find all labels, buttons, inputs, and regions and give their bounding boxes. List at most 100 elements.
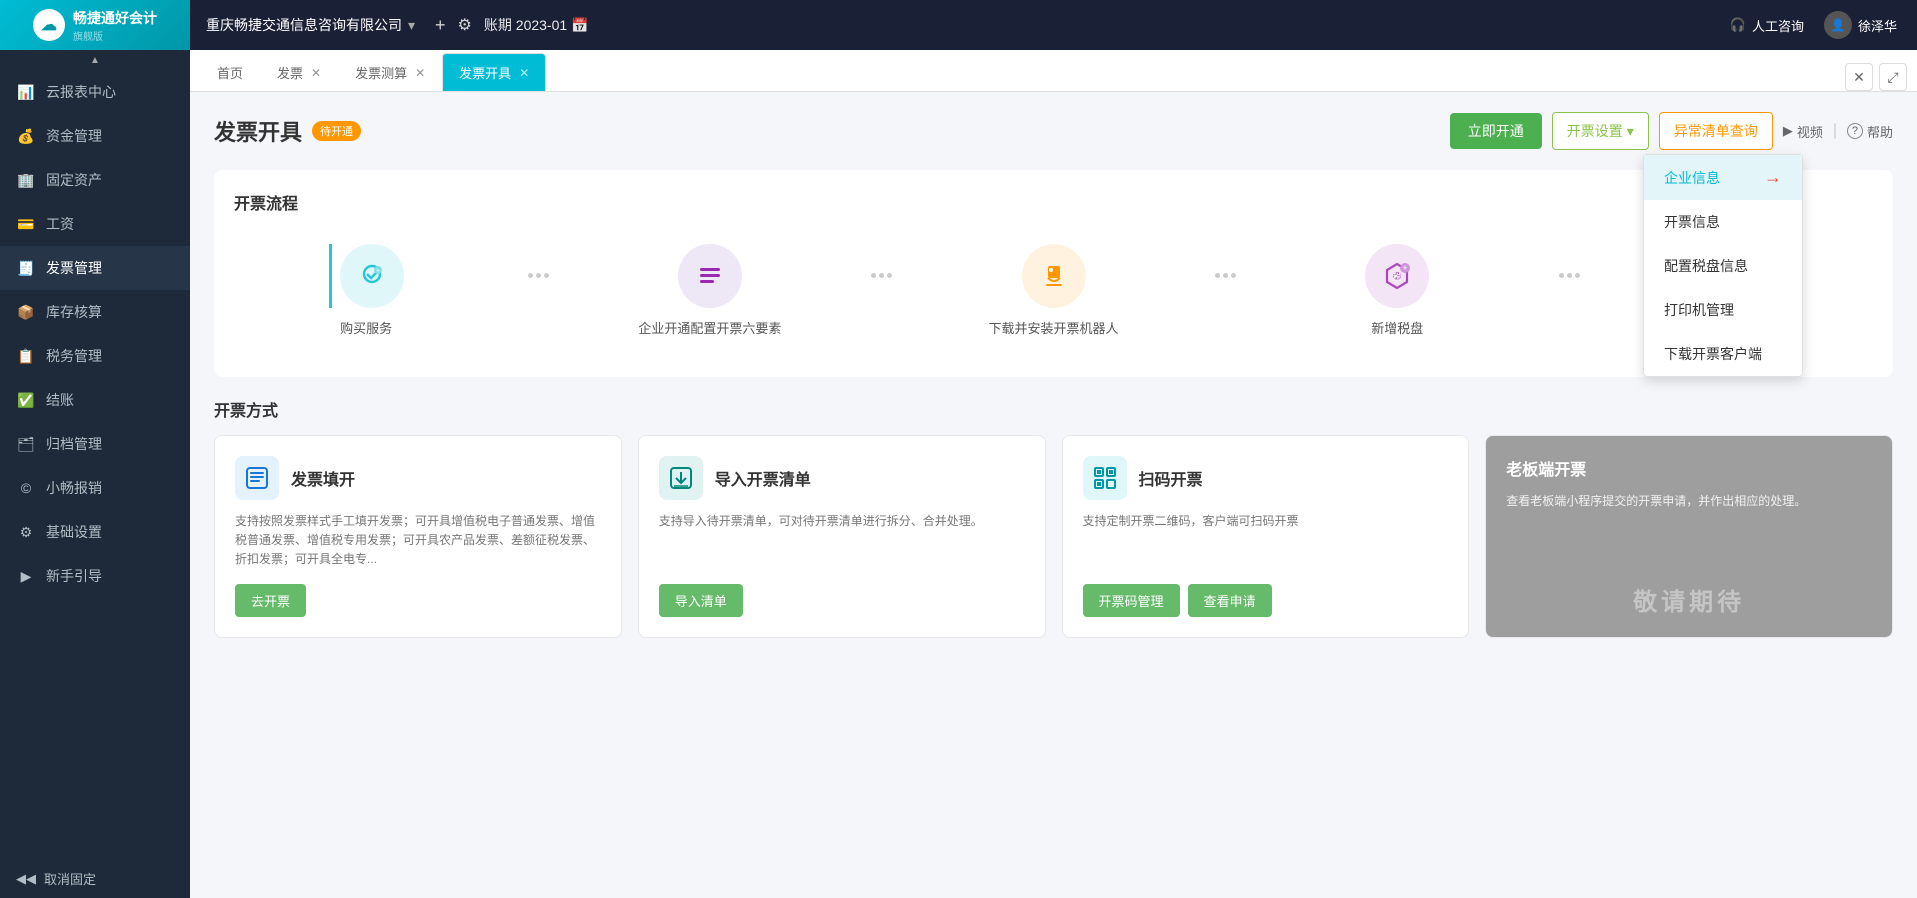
- sidebar-cancel-pin[interactable]: ◀◀ 取消固定: [0, 859, 190, 898]
- boss-invoice-desc: 查看老板端小程序提交的开票申请，并作出相应的处理。: [1506, 492, 1872, 568]
- scan-invoice-actions: 开票码管理 查看申请: [1083, 584, 1449, 617]
- sidebar-item-label: 云报表中心: [46, 82, 116, 102]
- step-connector-2: [842, 273, 921, 308]
- tab-invoice-calc-label: 发票测算: [355, 63, 407, 82]
- tab-close-btn[interactable]: ✕: [1845, 63, 1873, 91]
- exception-button[interactable]: 异常清单查询: [1659, 112, 1773, 150]
- sidebar-item-guide[interactable]: ▶ 新手引导: [0, 554, 190, 598]
- sidebar-item-inventory[interactable]: 📦 库存核算: [0, 290, 190, 334]
- tab-invoice-close[interactable]: ✕: [311, 66, 321, 80]
- svg-text:+: +: [376, 268, 380, 275]
- sidebar-item-settlement[interactable]: ✅ 结账: [0, 378, 190, 422]
- logo-icon: ☁: [33, 9, 65, 41]
- activate-button[interactable]: 立即开通: [1450, 113, 1542, 149]
- sidebar-item-label: 新手引导: [46, 566, 102, 586]
- fill-invoice-icon: [235, 456, 279, 500]
- import-list-header: 导入开票清单: [659, 456, 1025, 500]
- company-selector[interactable]: 重庆畅捷交通信息咨询有限公司 ▾: [206, 15, 415, 35]
- tab-bar-right: ✕ ⤢: [1845, 63, 1917, 91]
- invoice-info-label: 开票信息: [1664, 212, 1720, 232]
- sidebar-item-label: 结账: [46, 390, 74, 410]
- tab-expand-btn[interactable]: ⤢: [1879, 63, 1907, 91]
- sidebar-scroll-up[interactable]: ▲: [0, 50, 190, 70]
- step-download-icon: [1022, 244, 1086, 308]
- content-area: 首页 发票 ✕ 发票测算 ✕ 发票开具 ✕ ✕ ⤢: [190, 50, 1917, 898]
- tab-invoice-issue[interactable]: 发票开具 ✕: [442, 53, 546, 91]
- user-name: 徐泽华: [1858, 16, 1897, 35]
- add-button[interactable]: +: [435, 15, 446, 36]
- dropdown-tax-config[interactable]: 配置税盘信息: [1644, 244, 1802, 288]
- user-button[interactable]: 👤 徐泽华: [1824, 11, 1897, 39]
- page-title: 发票开具: [214, 115, 302, 147]
- top-bar: ☁ 畅捷通好会计 旗舰版 重庆畅捷交通信息咨询有限公司 ▾ + ⚙ 账期 202…: [0, 0, 1917, 50]
- step-config-icon: [678, 244, 742, 308]
- sidebar: ▲ 📊 云报表中心 💰 资金管理 🏢 固定资产 💳 工资 🧾 发票管理 📦 库存…: [0, 50, 190, 898]
- flow-step-buy: + 购买服务: [234, 244, 498, 337]
- step-config-label: 企业开通配置开票六要素: [638, 318, 781, 337]
- flow-section-title: 开票流程: [234, 190, 1873, 214]
- sidebar-item-label: 库存核算: [46, 302, 102, 322]
- dropdown-invoice-info[interactable]: 开票信息: [1644, 200, 1802, 244]
- help-icon: ?: [1847, 123, 1863, 139]
- sidebar-item-invoice[interactable]: 🧾 发票管理: [0, 246, 190, 290]
- payroll-icon: 💳: [16, 214, 36, 234]
- step-buy-icon: +: [340, 244, 404, 308]
- settings-button[interactable]: 开票设置 ▾: [1552, 112, 1649, 150]
- page-header: 发票开具 待开通 立即开通 开票设置 ▾ 异常清单查询 ▶ 视频 |: [214, 112, 1893, 150]
- video-button[interactable]: ▶ 视频: [1783, 122, 1823, 141]
- import-list-desc: 支持导入待开票清单，可对待开票清单进行拆分、合并处理。: [659, 512, 1025, 570]
- page-content: 发票开具 待开通 立即开通 开票设置 ▾ 异常清单查询 ▶ 视频 |: [190, 92, 1917, 898]
- service-button[interactable]: 🎧 人工咨询: [1730, 16, 1804, 35]
- go-issue-button[interactable]: 去开票: [235, 584, 306, 617]
- import-button[interactable]: 导入清单: [659, 584, 743, 617]
- sidebar-item-assets[interactable]: 🏢 固定资产: [0, 158, 190, 202]
- sidebar-item-label: 税务管理: [46, 346, 102, 366]
- archive-icon: 🗂: [16, 434, 36, 454]
- sidebar-item-label: 基础设置: [46, 522, 102, 542]
- qr-manage-button[interactable]: 开票码管理: [1083, 584, 1180, 617]
- app-title: 畅捷通好会计: [73, 8, 157, 28]
- dropdown-printer[interactable]: 打印机管理: [1644, 288, 1802, 332]
- sidebar-item-label: 发票管理: [46, 258, 102, 278]
- view-apply-button[interactable]: 查看申请: [1188, 584, 1272, 617]
- inventory-icon: 📦: [16, 302, 36, 322]
- tab-invoice-calc-close[interactable]: ✕: [415, 66, 425, 80]
- sidebar-item-fund[interactable]: 💰 资金管理: [0, 114, 190, 158]
- sidebar-item-tax[interactable]: 📋 税务管理: [0, 334, 190, 378]
- tab-invoice-issue-close[interactable]: ✕: [519, 66, 529, 80]
- invoice-icon: 🧾: [16, 258, 36, 278]
- sidebar-item-archive[interactable]: 🗂 归档管理: [0, 422, 190, 466]
- tab-home[interactable]: 首页: [200, 53, 260, 91]
- top-bar-center: 重庆畅捷交通信息咨询有限公司 ▾ + ⚙ 账期 2023-01 📅: [190, 0, 1730, 50]
- sidebar-item-report[interactable]: © 小畅报销: [0, 466, 190, 510]
- sidebar-item-settings[interactable]: ⚙ 基础设置: [0, 510, 190, 554]
- tab-invoice[interactable]: 发票 ✕: [260, 53, 338, 91]
- tab-invoice-calc[interactable]: 发票测算 ✕: [338, 53, 442, 91]
- tab-bar: 首页 发票 ✕ 发票测算 ✕ 发票开具 ✕ ✕ ⤢: [190, 50, 1917, 92]
- dropdown-company-info[interactable]: 企业信息 →: [1644, 155, 1802, 200]
- top-bar-right: 🎧 人工咨询 👤 徐泽华: [1730, 11, 1917, 39]
- flow-step-config: 企业开通配置开票六要素: [578, 244, 842, 337]
- fund-icon: 💰: [16, 126, 36, 146]
- cancel-pin-label: 取消固定: [44, 869, 96, 888]
- svg-text:税: 税: [1393, 272, 1401, 282]
- dropdown-download-client[interactable]: 下载开票客户端: [1644, 332, 1802, 376]
- flow-steps: + 购买服务 企业开通配置开票六要素: [234, 234, 1873, 357]
- settlement-icon: ✅: [16, 390, 36, 410]
- sidebar-item-cloud-report[interactable]: 📊 云报表中心: [0, 70, 190, 114]
- flow-step-disk: 税+ 新增税盘: [1265, 244, 1529, 337]
- scan-invoice-desc: 支持定制开票二维码，客户端可扫码开票: [1083, 512, 1449, 570]
- sidebar-item-payroll[interactable]: 💳 工资: [0, 202, 190, 246]
- main-layout: ▲ 📊 云报表中心 💰 资金管理 🏢 固定资产 💳 工资 🧾 发票管理 📦 库存…: [0, 50, 1917, 898]
- tab-home-label: 首页: [217, 63, 243, 82]
- step-connector-4: [1529, 273, 1608, 308]
- methods-section: 开票方式 发票填开 支持按照发票样式手工填开发票；可开具增值税电子普通发票、增值…: [214, 397, 1893, 638]
- method-import-list: 导入开票清单 支持导入待开票清单，可对待开票清单进行拆分、合并处理。 导入清单: [638, 435, 1046, 638]
- settings-icon[interactable]: ⚙: [458, 15, 472, 35]
- methods-title: 开票方式: [214, 397, 1893, 421]
- service-label: 人工咨询: [1752, 16, 1804, 35]
- help-button[interactable]: ? 帮助: [1847, 122, 1893, 141]
- avatar: 👤: [1824, 11, 1852, 39]
- methods-grid: 发票填开 支持按照发票样式手工填开发票；可开具增值税电子普通发票、增值税普通发票…: [214, 435, 1893, 638]
- import-list-icon: [659, 456, 703, 500]
